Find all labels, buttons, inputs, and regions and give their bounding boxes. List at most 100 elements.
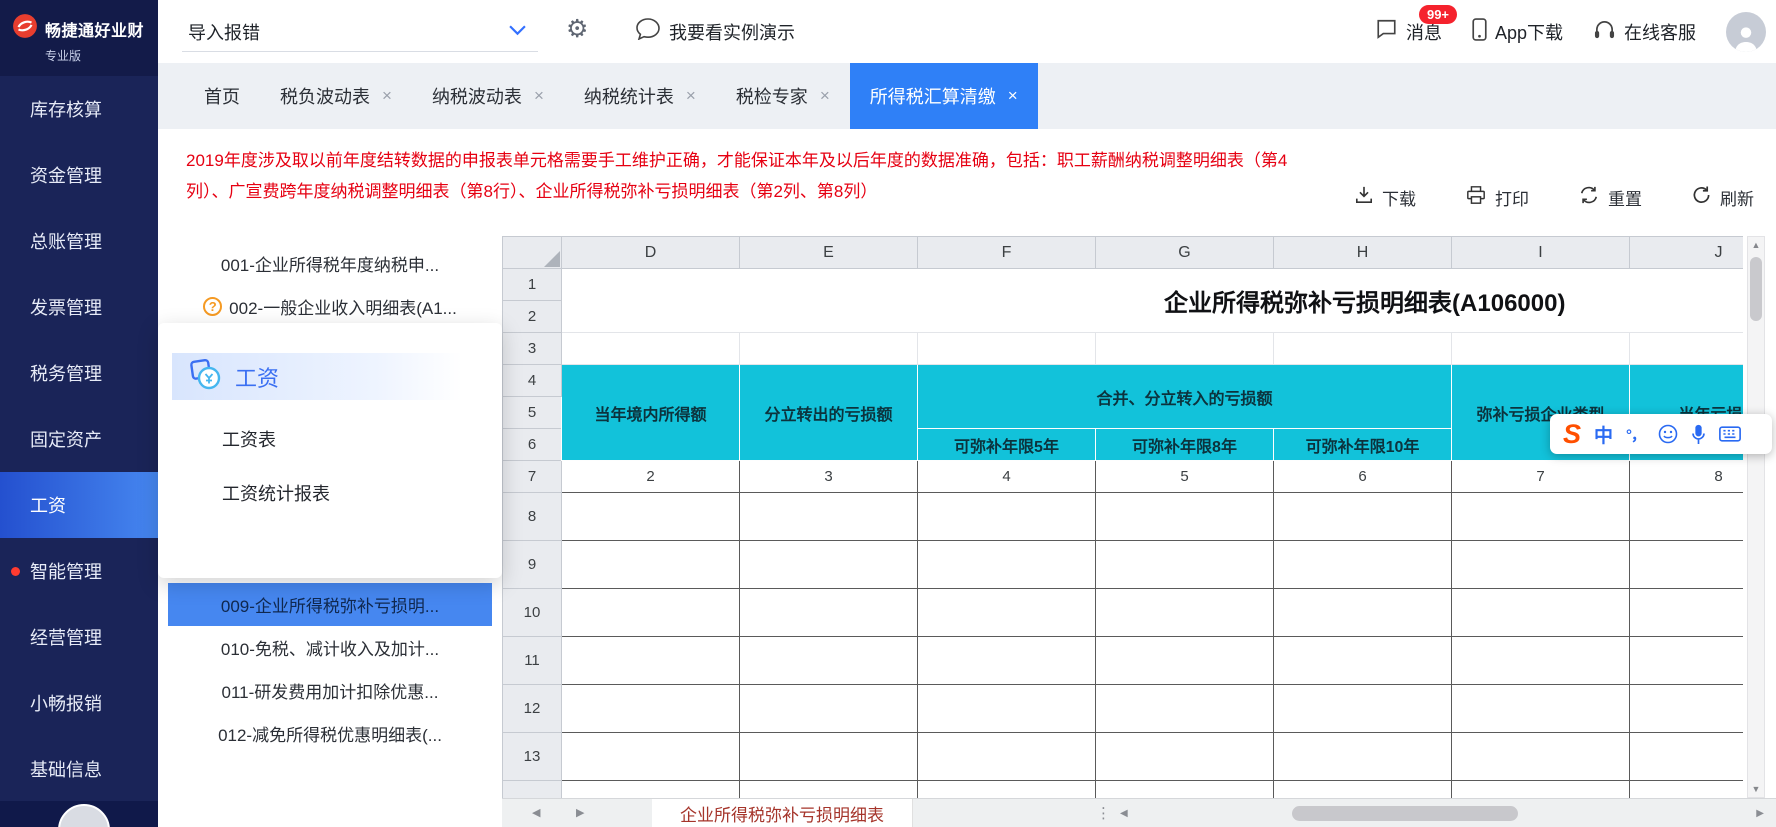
cell[interactable]	[1629, 540, 1743, 589]
cell[interactable]	[1095, 588, 1274, 637]
column-index-cell[interactable]: 2	[561, 460, 740, 493]
scroll-down-arrow[interactable]: ▼	[1748, 781, 1764, 797]
cell[interactable]	[1629, 492, 1743, 541]
report-item-011[interactable]: 011-研发费用加计扣除优惠...	[168, 669, 492, 712]
row-header-14[interactable]: 14	[502, 780, 562, 798]
cell[interactable]	[1451, 780, 1630, 798]
cell[interactable]	[561, 780, 740, 798]
column-index-cell[interactable]: 3	[739, 460, 918, 493]
cell[interactable]	[917, 540, 1096, 589]
tab-close-icon[interactable]: ×	[382, 86, 392, 106]
cell[interactable]	[1451, 332, 1630, 365]
sidebar-item-business-management[interactable]: 经营管理	[0, 604, 158, 670]
column-header-h[interactable]: H	[1273, 236, 1452, 269]
cell[interactable]	[1629, 732, 1743, 781]
cell[interactable]	[1273, 636, 1452, 685]
sheet-next-arrow[interactable]: ▶	[576, 799, 584, 827]
cell[interactable]	[1273, 540, 1452, 589]
cell[interactable]	[1629, 684, 1743, 733]
cell[interactable]	[1451, 540, 1630, 589]
cell[interactable]	[1629, 332, 1743, 365]
cell[interactable]	[739, 588, 918, 637]
cell[interactable]	[739, 780, 918, 798]
cell[interactable]	[917, 332, 1096, 365]
scroll-left-arrow[interactable]: ◀	[1120, 799, 1128, 827]
scroll-up-arrow[interactable]: ▲	[1748, 237, 1764, 253]
sidebar-item-inventory[interactable]: 库存核算	[0, 76, 158, 142]
row-header-8[interactable]: 8	[502, 492, 562, 541]
sidebar-item-tax[interactable]: 税务管理	[0, 340, 158, 406]
cell[interactable]	[917, 732, 1096, 781]
cell[interactable]	[917, 588, 1096, 637]
column-header-d[interactable]: D	[561, 236, 740, 269]
emoji-icon[interactable]	[1658, 424, 1678, 444]
tab-tax-inspection-expert[interactable]: 税检专家 ×	[716, 63, 850, 129]
sidebar-item-payroll[interactable]: 工资	[0, 472, 158, 538]
column-header-g[interactable]: G	[1095, 236, 1274, 269]
tab-tax-payment-fluctuation[interactable]: 纳税波动表 ×	[412, 63, 564, 129]
row-header-1[interactable]: 1	[502, 268, 562, 301]
row-header-3[interactable]: 3	[502, 332, 562, 365]
sidebar-item-fixed-assets[interactable]: 固定资产	[0, 406, 158, 472]
row-header-10[interactable]: 10	[502, 588, 562, 637]
cell[interactable]	[1273, 332, 1452, 365]
row-header-6[interactable]: 6	[502, 428, 562, 461]
row-header-9[interactable]: 9	[502, 540, 562, 589]
ime-logo[interactable]: S	[1563, 420, 1581, 448]
cell[interactable]	[917, 780, 1096, 798]
column-index-cell[interactable]: 5	[1095, 460, 1274, 493]
sidebar-item-basic-info[interactable]: 基础信息	[0, 736, 158, 802]
tab-income-tax-settlement[interactable]: 所得税汇算清缴 ×	[849, 63, 1038, 129]
sidebar-item-general-ledger[interactable]: 总账管理	[0, 208, 158, 274]
report-item-010[interactable]: 010-免税、减计收入及加计...	[168, 626, 492, 669]
vertical-scroll-thumb[interactable]	[1750, 257, 1762, 321]
download-button[interactable]: 下载	[1355, 185, 1416, 210]
sidebar-item-funds[interactable]: 资金管理	[0, 142, 158, 208]
demo-link[interactable]: 我要看实例演示	[636, 0, 795, 63]
cell[interactable]	[561, 332, 740, 365]
cell[interactable]	[561, 540, 740, 589]
report-item-012[interactable]: 012-减免所得税优惠明细表(...	[168, 712, 492, 755]
cell[interactable]	[1451, 636, 1630, 685]
header-cell-carryforward-5y[interactable]: 可弥补年限5年	[917, 428, 1096, 461]
header-cell-carryforward-10y[interactable]: 可弥补年限10年	[1273, 428, 1452, 461]
column-index-cell[interactable]: 8	[1629, 460, 1743, 493]
report-item-002[interactable]: ? 002-一般企业收入明细表(A1...	[168, 285, 492, 328]
tab-tax-statistics[interactable]: 纳税统计表 ×	[564, 63, 716, 129]
menu-item-payroll-sheet[interactable]: 工资表	[158, 412, 502, 466]
cell[interactable]	[1629, 636, 1743, 685]
cell[interactable]	[1095, 492, 1274, 541]
cell[interactable]	[1273, 732, 1452, 781]
cell[interactable]	[1095, 636, 1274, 685]
cell[interactable]	[1273, 492, 1452, 541]
scroll-right-arrow[interactable]: ▶	[1756, 799, 1764, 827]
messages-button[interactable]: 消息 99+	[1375, 5, 1458, 45]
tab-tax-burden-fluctuation[interactable]: 税负波动表 ×	[260, 63, 412, 129]
vertical-scrollbar[interactable]: ▲ ▼	[1747, 236, 1765, 798]
cell[interactable]	[561, 588, 740, 637]
ime-language-toggle[interactable]: 中	[1594, 421, 1613, 448]
cell[interactable]	[561, 684, 740, 733]
row-header-13[interactable]: 13	[502, 732, 562, 781]
cell[interactable]	[917, 636, 1096, 685]
report-item-009-selected[interactable]: 009-企业所得税弥补亏损明...	[168, 583, 492, 626]
cell[interactable]	[1273, 684, 1452, 733]
sidebar-item-smart-management[interactable]: 智能管理	[0, 538, 158, 604]
cell[interactable]	[1095, 732, 1274, 781]
cell[interactable]	[1451, 492, 1630, 541]
import-error-dropdown[interactable]: 导入报错	[182, 12, 538, 52]
online-service-button[interactable]: 在线客服	[1593, 19, 1696, 45]
tab-close-icon[interactable]: ×	[534, 86, 544, 106]
cell[interactable]	[739, 732, 918, 781]
header-cell-current-year-domestic-income[interactable]: 当年境内所得额	[561, 364, 740, 461]
user-avatar[interactable]	[1726, 11, 1766, 52]
print-button[interactable]: 打印	[1466, 185, 1529, 210]
ime-punctuation-toggle[interactable]: °，	[1626, 424, 1646, 445]
row-header-11[interactable]: 11	[502, 636, 562, 685]
tab-close-icon[interactable]: ×	[1008, 86, 1018, 106]
row-header-5[interactable]: 5	[502, 396, 562, 429]
cell[interactable]	[1273, 780, 1452, 798]
app-download-button[interactable]: App下载	[1472, 17, 1563, 46]
header-cell-merged-split-loss-group[interactable]: 合并、分立转入的亏损额	[917, 364, 1452, 429]
column-index-cell[interactable]: 6	[1273, 460, 1452, 493]
